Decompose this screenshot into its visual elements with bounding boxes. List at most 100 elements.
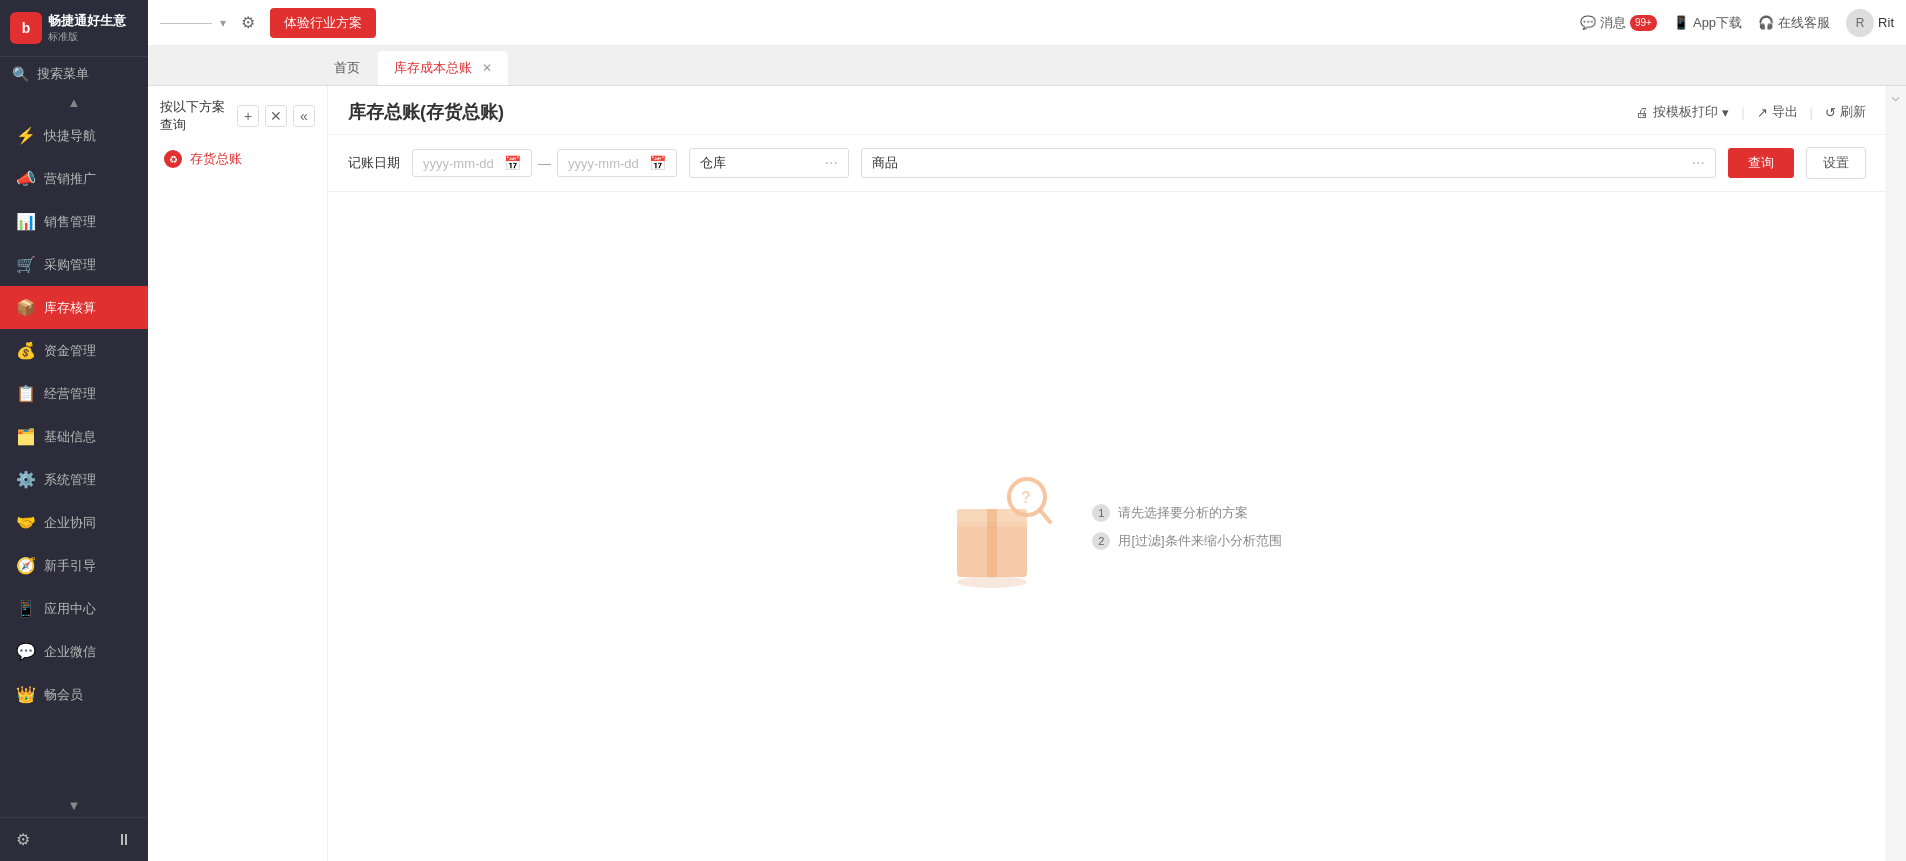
goods-input[interactable]: 商品 ··· — [861, 148, 1716, 178]
search-icon: 🔍 — [12, 66, 29, 82]
filter-item-inventory-ledger[interactable]: ♻ 存货总账 — [148, 142, 327, 176]
filter-panel: 按以下方案查询 + ✕ « ♻ 存货总账 — [148, 86, 328, 861]
settings-icon[interactable]: ⚙ — [16, 830, 30, 849]
svg-point-2 — [957, 576, 1027, 588]
filter-header-label: 按以下方案查询 — [160, 98, 237, 134]
query-button[interactable]: 查询 — [1728, 148, 1794, 178]
sidebar-item-label: 快捷导航 — [44, 127, 96, 145]
user-profile[interactable]: R Rit — [1846, 9, 1894, 37]
inventory-icon: 📦 — [16, 298, 34, 317]
sidebar-item-label: 基础信息 — [44, 428, 96, 446]
warehouse-label: 仓库 — [700, 154, 726, 172]
goods-label: 商品 — [872, 154, 898, 172]
page-actions: 🖨 按模板打印 ▾ | ↗ 导出 | ↺ 刷新 — [1636, 103, 1866, 121]
sidebar-item-label: 应用中心 — [44, 600, 96, 618]
print-template-btn[interactable]: 🖨 按模板打印 ▾ — [1636, 103, 1729, 121]
sidebar-item-shortcuts[interactable]: ⚡ 快捷导航 — [0, 114, 148, 157]
sidebar-item-newbie[interactable]: 🧭 新手引导 — [0, 544, 148, 587]
calendar-from-icon: 📅 — [504, 155, 521, 171]
refresh-icon: ↺ — [1825, 105, 1836, 120]
scroll-up-btn[interactable]: ▲ — [0, 91, 148, 114]
appcenter-icon: 📱 — [16, 599, 34, 618]
sidebar-item-label: 销售管理 — [44, 213, 96, 231]
chevron-down-icon[interactable]: ▾ — [220, 16, 226, 30]
tab-close-icon[interactable]: ✕ — [482, 61, 492, 75]
settings-button[interactable]: 设置 — [1806, 147, 1866, 179]
cooperation-icon: 🤝 — [16, 513, 34, 532]
sidebar-item-operations[interactable]: 📋 经营管理 — [0, 372, 148, 415]
notifications-label: 消息 — [1600, 14, 1626, 32]
sidebar-item-label: 系统管理 — [44, 471, 96, 489]
vip-icon: 👑 — [16, 685, 34, 704]
sidebar-item-inventory[interactable]: 📦 库存核算 — [0, 286, 148, 329]
svg-text:?: ? — [1021, 489, 1031, 506]
sidebar-item-basicinfo[interactable]: 🗂️ 基础信息 — [0, 415, 148, 458]
sidebar-item-cooperation[interactable]: 🤝 企业协同 — [0, 501, 148, 544]
print-icon: 🖨 — [1636, 105, 1649, 120]
filter-delete-btn[interactable]: ✕ — [265, 105, 287, 127]
sidebar-item-purchase[interactable]: 🛒 采购管理 — [0, 243, 148, 286]
goods-ellipsis-icon: ··· — [1692, 154, 1705, 172]
collapse-icon[interactable]: ⏸ — [116, 831, 132, 849]
basicinfo-icon: 🗂️ — [16, 427, 34, 446]
date-from-input[interactable]: yyyy-mm-dd 📅 — [412, 149, 532, 177]
main-area: ———— ▾ ⚙ 体验行业方案 💬 消息 99+ 📱 App下载 🎧 在线客服 — [148, 0, 1906, 861]
empty-svg: ? — [932, 467, 1062, 597]
filter-item-icon: ♻ — [164, 150, 182, 168]
operations-icon: 📋 — [16, 384, 34, 403]
page-header: 库存总账(存货总账) 🖨 按模板打印 ▾ | ↗ 导出 | ↺ — [328, 86, 1886, 135]
sidebar-item-label: 资金管理 — [44, 342, 96, 360]
gear-button[interactable]: ⚙ — [234, 9, 262, 37]
calendar-to-icon: 📅 — [649, 155, 666, 171]
empty-tips: 1 请先选择要分析的方案 2 用[过滤]条件来缩小分析范围 — [1092, 504, 1281, 550]
notifications-item[interactable]: 💬 消息 99+ — [1580, 14, 1657, 32]
main-content: 库存总账(存货总账) 🖨 按模板打印 ▾ | ↗ 导出 | ↺ — [328, 86, 1886, 861]
scroll-down-btn[interactable]: ▼ — [0, 794, 148, 817]
filter-add-btn[interactable]: + — [237, 105, 259, 127]
sidebar-item-label: 经营管理 — [44, 385, 96, 403]
sidebar-item-sales[interactable]: 📊 销售管理 — [0, 200, 148, 243]
marketing-icon: 📣 — [16, 169, 34, 188]
top-header: ———— ▾ ⚙ 体验行业方案 💬 消息 99+ 📱 App下载 🎧 在线客服 — [148, 0, 1906, 46]
sidebar-item-label: 采购管理 — [44, 256, 96, 274]
sidebar-search-label: 搜索菜单 — [37, 65, 89, 83]
filter-collapse-btn[interactable]: « — [293, 105, 315, 127]
logo-text: 畅捷通好生意 标准版 — [48, 13, 126, 43]
corpwechat-icon: 💬 — [16, 642, 34, 661]
refresh-btn[interactable]: ↺ 刷新 — [1825, 103, 1866, 121]
export-btn[interactable]: ↗ 导出 — [1757, 103, 1798, 121]
sidebar-item-appcenter[interactable]: 📱 应用中心 — [0, 587, 148, 630]
industry-solution-button[interactable]: 体验行业方案 — [270, 8, 376, 38]
sidebar-item-label: 企业微信 — [44, 643, 96, 661]
finance-icon: 💰 — [16, 341, 34, 360]
tab-bar: 首页 库存成本总账 ✕ — [148, 46, 1906, 86]
filter-header: 按以下方案查询 + ✕ « — [148, 98, 327, 142]
sidebar-item-label: 营销推广 — [44, 170, 96, 188]
date-from-placeholder: yyyy-mm-dd — [423, 156, 494, 171]
sidebar-nav: ⚡ 快捷导航 📣 营销推广 📊 销售管理 🛒 采购管理 📦 库存核算 💰 资金管… — [0, 114, 148, 794]
sidebar-item-vip[interactable]: 👑 畅会员 — [0, 673, 148, 716]
shortcuts-icon: ⚡ — [16, 126, 34, 145]
content-area: 按以下方案查询 + ✕ « ♻ 存货总账 库存总账(存货总账) — [148, 86, 1906, 861]
sidebar-footer: ⚙ ⏸ — [0, 817, 148, 861]
sidebar-item-system[interactable]: ⚙️ 系统管理 — [0, 458, 148, 501]
sidebar-item-finance[interactable]: 💰 资金管理 — [0, 329, 148, 372]
username: Rit — [1878, 15, 1894, 30]
sidebar-search[interactable]: 🔍 搜索菜单 — [0, 57, 148, 91]
app-download-item[interactable]: 📱 App下载 — [1673, 14, 1742, 32]
avatar: R — [1846, 9, 1874, 37]
warehouse-input[interactable]: 仓库 ··· — [689, 148, 849, 178]
divider: | — [1741, 105, 1744, 120]
sidebar-item-marketing[interactable]: 📣 营销推广 — [0, 157, 148, 200]
sidebar-item-corpwechat[interactable]: 💬 企业微信 — [0, 630, 148, 673]
right-panel[interactable]: › — [1886, 86, 1906, 861]
tab-home[interactable]: 首页 — [318, 51, 376, 85]
tab-inventory-cost[interactable]: 库存成本总账 ✕ — [378, 51, 508, 85]
tab-home-label: 首页 — [334, 60, 360, 75]
date-to-input[interactable]: yyyy-mm-dd 📅 — [557, 149, 677, 177]
system-icon: ⚙️ — [16, 470, 34, 489]
tab-inventory-cost-label: 库存成本总账 — [394, 60, 472, 75]
online-service-item[interactable]: 🎧 在线客服 — [1758, 14, 1830, 32]
headset-icon: 🎧 — [1758, 15, 1774, 30]
tip-num-2: 2 — [1092, 532, 1110, 550]
